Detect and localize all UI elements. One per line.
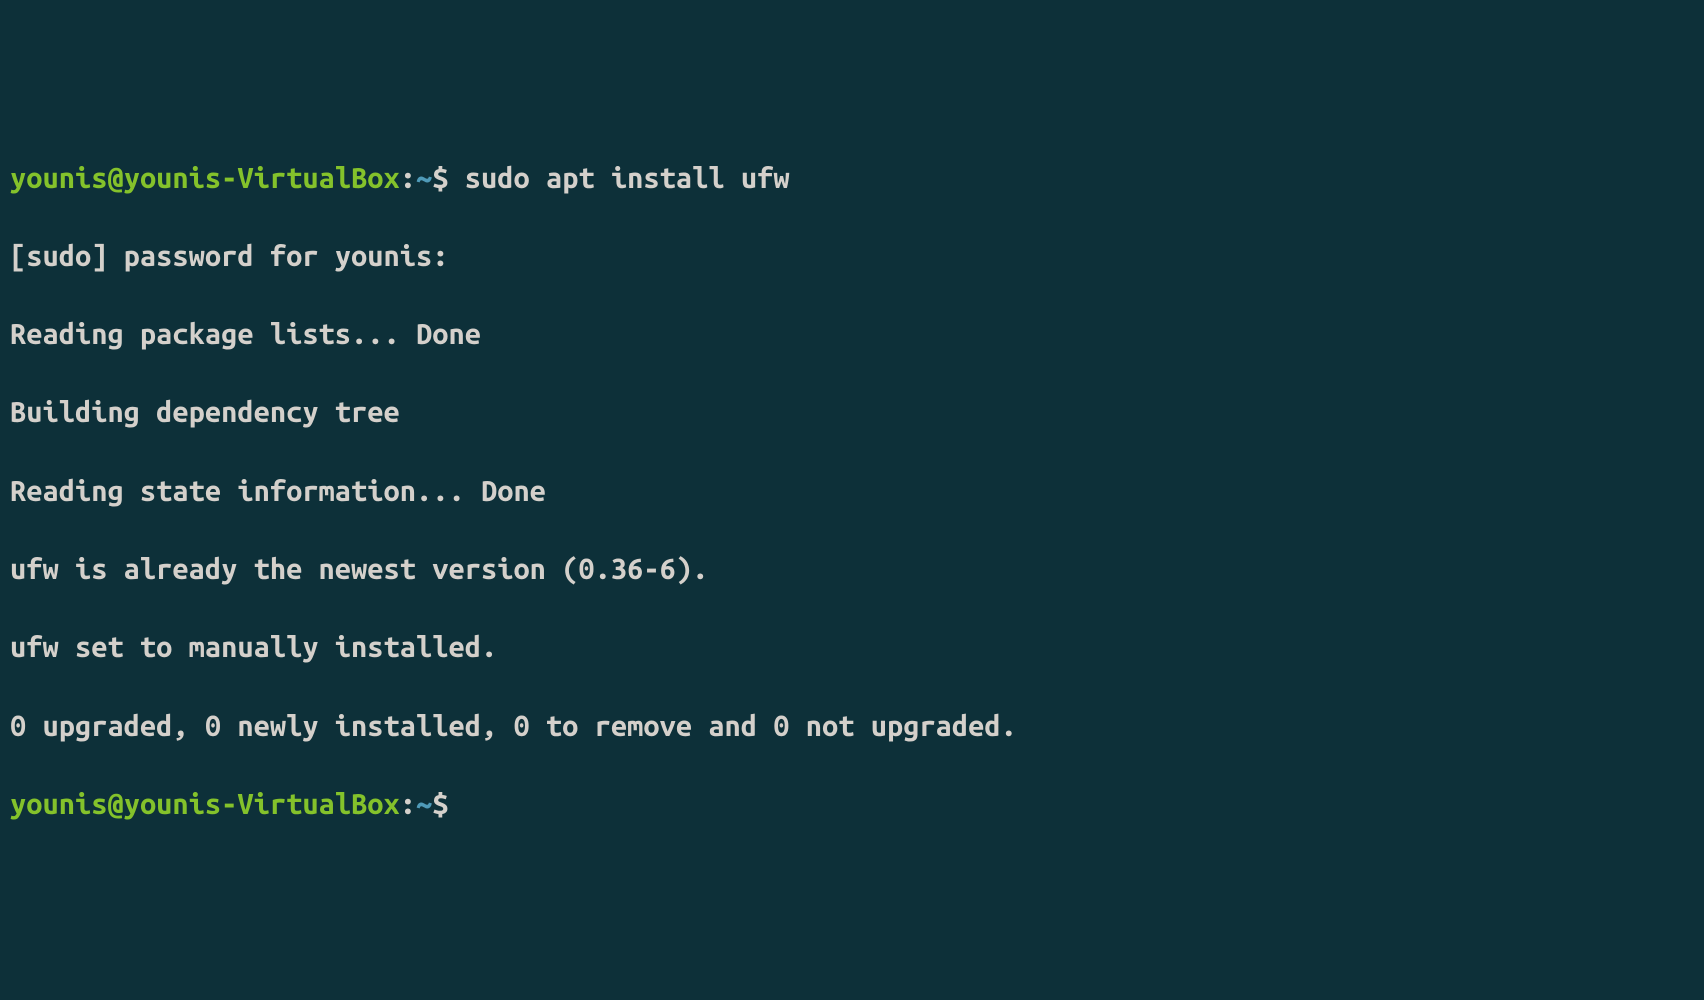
output-line: Building dependency tree: [10, 393, 1694, 432]
output-line: Reading state information... Done: [10, 472, 1694, 511]
prompt-path: ~: [416, 788, 432, 820]
output-line: ufw is already the newest version (0.36-…: [10, 550, 1694, 589]
prompt-at: @: [107, 788, 123, 820]
output-line: [sudo] password for younis:: [10, 237, 1694, 276]
prompt-colon: :: [400, 788, 416, 820]
prompt-user: younis: [10, 162, 107, 194]
prompt-dollar: $: [432, 788, 464, 820]
prompt-host: younis-VirtualBox: [124, 162, 400, 194]
prompt-at: @: [107, 162, 123, 194]
output-line: Reading package lists... Done: [10, 315, 1694, 354]
prompt-line-2[interactable]: younis@younis-VirtualBox:~$: [10, 785, 1694, 824]
prompt-dollar: $: [432, 162, 464, 194]
prompt-colon: :: [400, 162, 416, 194]
output-line: ufw set to manually installed.: [10, 628, 1694, 667]
output-line: 0 upgraded, 0 newly installed, 0 to remo…: [10, 707, 1694, 746]
prompt-user: younis: [10, 788, 107, 820]
prompt-path: ~: [416, 162, 432, 194]
prompt-host: younis-VirtualBox: [124, 788, 400, 820]
prompt-line-1[interactable]: younis@younis-VirtualBox:~$ sudo apt ins…: [10, 159, 1694, 198]
command-text: sudo apt install ufw: [465, 162, 790, 194]
